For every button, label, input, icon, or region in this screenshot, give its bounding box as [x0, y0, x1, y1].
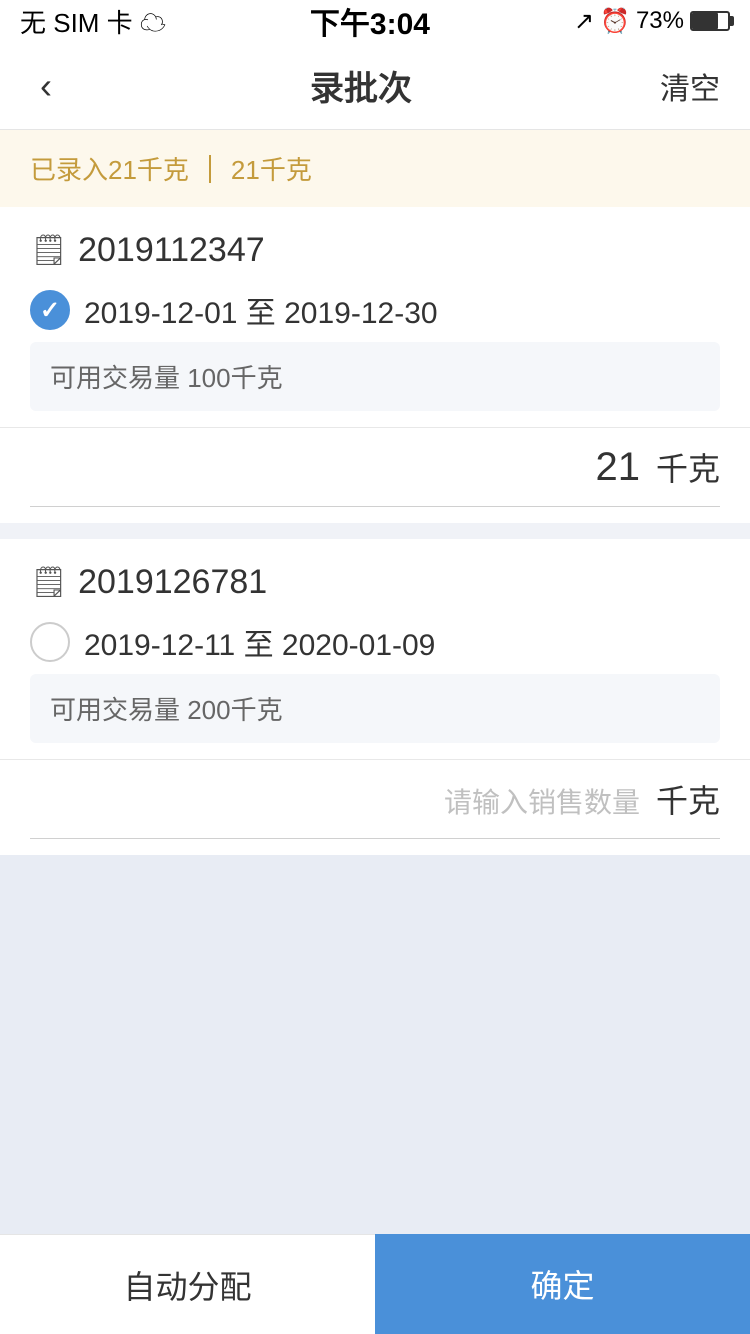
qty-input-1[interactable]	[520, 445, 640, 490]
status-left: 无 SIM 卡 ☁	[20, 3, 166, 40]
summary-divider	[209, 155, 211, 183]
radio-btn-2[interactable]	[30, 622, 70, 662]
batch-date-row-1: 2019-12-01 至 2019-12-30	[0, 280, 750, 342]
radio-btn-1[interactable]	[30, 290, 70, 330]
summary-bar: 已录入21千克 21千克	[0, 130, 750, 207]
empty-space	[0, 855, 750, 1255]
batch-bottom-space-1	[0, 507, 750, 523]
summary-label: 已录入21千克	[30, 150, 189, 187]
batch-available-label-1: 可用交易量 100千克	[50, 363, 283, 393]
batch-number-2: 2019126781	[78, 563, 267, 602]
batch-available-label-2: 可用交易量 200千克	[50, 695, 283, 725]
battery-percent: 73%	[636, 7, 684, 35]
batch-input-row-2: 千克	[0, 759, 750, 838]
batch-item-2: 🗒 2019126781 2019-12-11 至 2020-01-09 可用交…	[0, 539, 750, 855]
summary-value: 21千克	[231, 150, 312, 187]
batch-icon-1: 🗒	[30, 233, 68, 268]
qty-input-2[interactable]	[320, 777, 640, 822]
batch-input-row-1: 千克	[0, 427, 750, 506]
batch-number-1: 2019112347	[78, 231, 265, 270]
batch-item-1: 🗒 2019112347 2019-12-01 至 2019-12-30 可用交…	[0, 207, 750, 523]
location-icon: ↗	[574, 7, 594, 36]
status-time: 下午3:04	[310, 0, 430, 43]
qty-unit-2: 千克	[656, 776, 720, 822]
bottom-bar: 自动分配 确定	[0, 1234, 750, 1334]
status-bar: 无 SIM 卡 ☁ 下午3:04 ↗ ⏰ 73%	[0, 0, 750, 42]
nav-bar: ‹ 录批次 清空	[0, 42, 750, 130]
item-divider	[0, 523, 750, 539]
back-button[interactable]: ‹	[30, 55, 62, 117]
batch-date-1: 2019-12-01 至 2019-12-30	[84, 288, 438, 332]
batch-bottom-space-2	[0, 839, 750, 855]
batch-date-2: 2019-12-11 至 2020-01-09	[84, 620, 435, 664]
status-right: ↗ ⏰ 73%	[574, 7, 730, 36]
batch-header-2: 🗒 2019126781	[0, 539, 750, 612]
confirm-button[interactable]: 确定	[375, 1234, 750, 1334]
batch-available-1: 可用交易量 100千克	[30, 342, 720, 411]
batch-header-1: 🗒 2019112347	[0, 207, 750, 280]
batch-date-row-2: 2019-12-11 至 2020-01-09	[0, 612, 750, 674]
auto-distribute-button[interactable]: 自动分配	[0, 1234, 375, 1334]
page-title: 录批次	[310, 61, 412, 110]
no-sim-text: 无 SIM 卡 ☁	[20, 3, 166, 40]
content: 已录入21千克 21千克 🗒 2019112347 2019-12-01 至 2…	[0, 130, 750, 1255]
batch-icon-2: 🗒	[30, 565, 68, 600]
clear-button[interactable]: 清空	[660, 64, 720, 108]
qty-unit-1: 千克	[656, 444, 720, 490]
batch-available-2: 可用交易量 200千克	[30, 674, 720, 743]
clock-icon: ⏰	[600, 7, 630, 36]
battery-icon	[690, 11, 730, 31]
